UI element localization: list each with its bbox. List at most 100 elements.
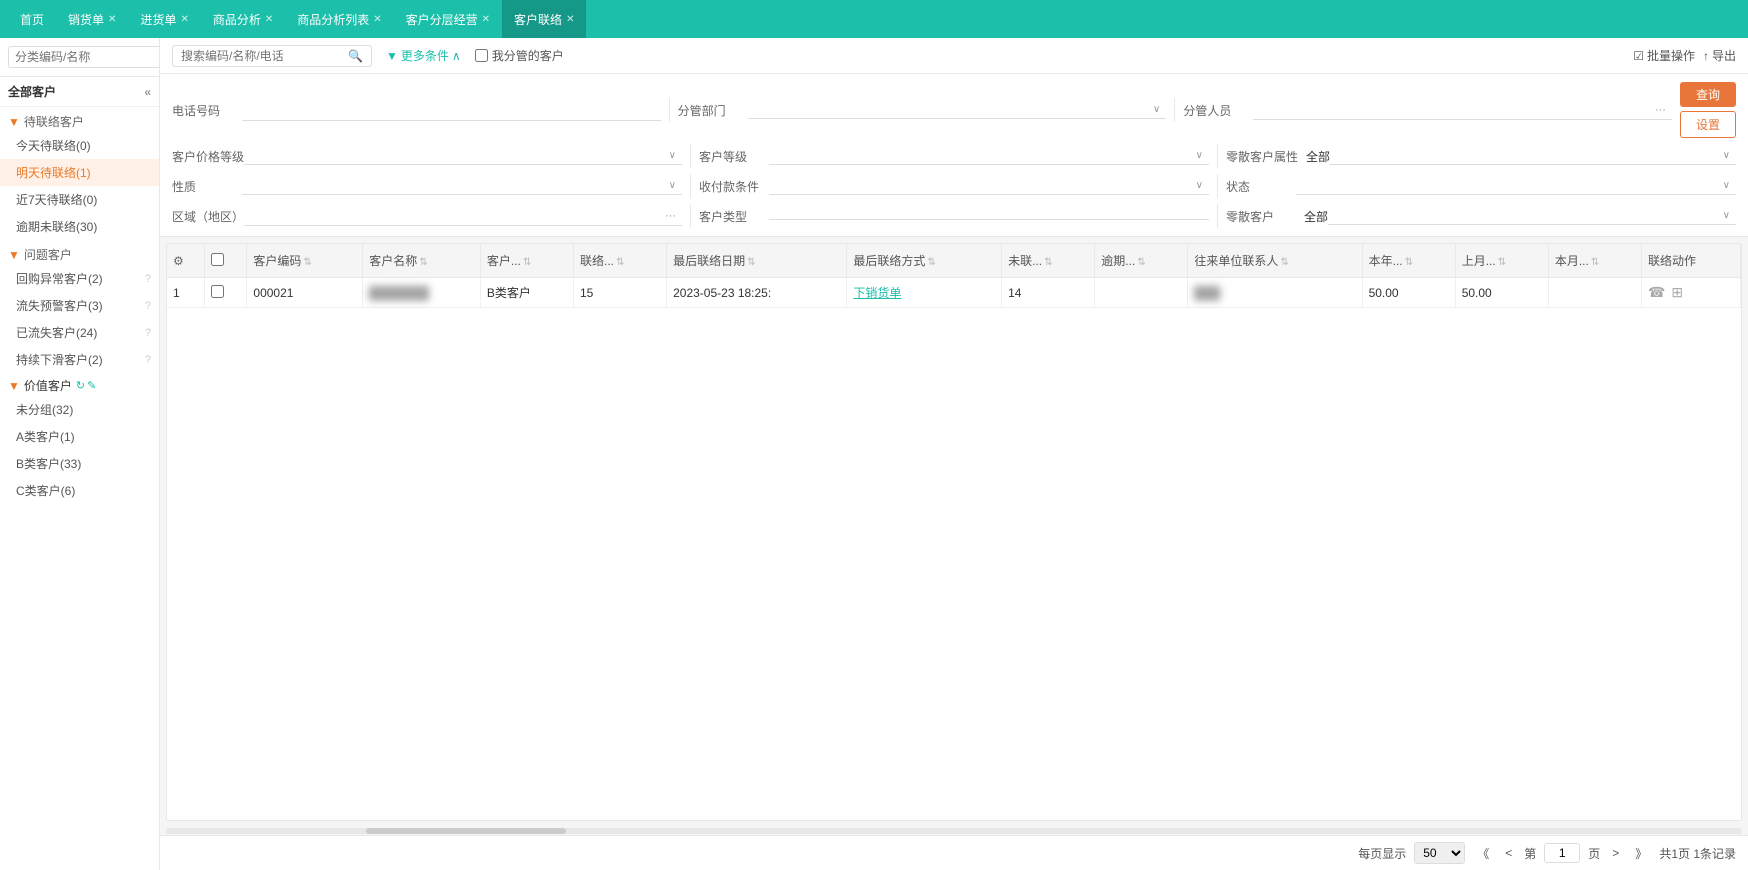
per-page-select[interactable]: 50 100 200: [1414, 842, 1465, 864]
sidebar-item-tomorrow[interactable]: 明天待联络(1): [0, 159, 159, 186]
help-icon-2[interactable]: ?: [145, 327, 151, 339]
sidebar-item-b-class[interactable]: B类客户(33): [0, 450, 159, 477]
sidebar-item-overdue[interactable]: 逾期未联络(30): [0, 213, 159, 240]
filter-gender-select[interactable]: ∨: [242, 177, 682, 195]
toolbar-search-btn[interactable]: 🔍: [348, 49, 363, 63]
filter-payment-select[interactable]: ∨: [769, 177, 1209, 195]
select-all-checkbox[interactable]: [211, 253, 224, 266]
th-last-contact-date[interactable]: 最后联络日期⇅: [667, 244, 847, 278]
filter-divider-6: [1217, 174, 1218, 198]
value-group-refresh-icon[interactable]: ↻: [76, 379, 85, 392]
scrollbar-thumb[interactable]: [366, 828, 566, 834]
customer-value-arrow-icon: ∨: [669, 150, 676, 161]
nav-customer-contact[interactable]: 客户联络 ✕: [502, 0, 586, 38]
row-checkbox[interactable]: [211, 285, 224, 298]
action-phone-icon[interactable]: ☎: [1648, 284, 1665, 301]
filter-status-select[interactable]: ∨: [1296, 177, 1736, 195]
gender-arrow-icon: ∨: [669, 180, 676, 191]
help-icon-0[interactable]: ?: [145, 273, 151, 285]
filter-customer-level-select[interactable]: ∨: [769, 147, 1209, 165]
my-customers-checkbox[interactable]: [475, 49, 488, 62]
filter-phone-input[interactable]: [242, 100, 661, 121]
sidebar-item-declining[interactable]: 持续下滑客户(2) ?: [0, 346, 159, 373]
toolbar-search-input[interactable]: [181, 49, 348, 63]
sidebar-item-churn-warning[interactable]: 流失预警客户(3) ?: [0, 292, 159, 319]
nav-close-purchase-order[interactable]: ✕: [180, 14, 188, 25]
filter-row-1: 电话号码 分管部门 ∨ 分管人员 ···: [172, 82, 1736, 138]
filter-dept-select[interactable]: ∨: [748, 101, 1167, 119]
sidebar-all-customers[interactable]: 全部客户 «: [0, 77, 159, 107]
filter-retail-attr-select[interactable]: ∨: [1330, 147, 1736, 165]
area-more-icon[interactable]: ···: [665, 210, 676, 222]
sidebar-item-a-class[interactable]: A类客户(1): [0, 423, 159, 450]
nav-close-customer-tier[interactable]: ✕: [482, 14, 490, 25]
filter-retail-customer-select[interactable]: ∨: [1328, 207, 1736, 225]
help-icon-1[interactable]: ?: [145, 300, 151, 312]
nav-customer-tier[interactable]: 客户分层经营 ✕: [394, 0, 502, 38]
th-customer-name[interactable]: 客户名称⇅: [363, 244, 481, 278]
th-overdue[interactable]: 逾期...⇅: [1095, 244, 1188, 278]
page-input[interactable]: [1544, 843, 1580, 863]
sidebar-item-today[interactable]: 今天待联络(0): [0, 132, 159, 159]
filter-phone: 电话号码: [172, 100, 661, 121]
nav-close-product-analysis-list[interactable]: ✕: [373, 14, 381, 25]
filter-more-btn[interactable]: ▼ 更多条件 ∧: [380, 44, 467, 67]
sidebar-item-repurchase-abnormal[interactable]: 回购异常客户(2) ?: [0, 265, 159, 292]
sidebar-search-input[interactable]: [8, 46, 160, 68]
value-group-edit-icon[interactable]: ✎: [87, 379, 96, 392]
th-last-month[interactable]: 上月...⇅: [1455, 244, 1548, 278]
first-page-btn[interactable]: 《: [1473, 843, 1493, 864]
query-btn[interactable]: 查询: [1680, 82, 1736, 107]
sidebar-item-c-class[interactable]: C类客户(6): [0, 477, 159, 504]
th-this-year[interactable]: 本年...⇅: [1362, 244, 1455, 278]
last-page-btn[interactable]: 》: [1631, 843, 1651, 864]
nav-product-analysis[interactable]: 商品分析 ✕: [201, 0, 285, 38]
sidebar-item-7days[interactable]: 近7天待联络(0): [0, 186, 159, 213]
th-contact-person[interactable]: 往来单位联系人⇅: [1188, 244, 1362, 278]
th-gear[interactable]: ⚙: [167, 244, 205, 278]
customer-level-arrow-icon: ∨: [1196, 150, 1203, 161]
table-header-row: ⚙ 客户编码⇅ 客户名称⇅ 客户...⇅ 联络...⇅ 最后联络日期⇅ 最后联络…: [167, 244, 1741, 278]
manager-more-icon[interactable]: ···: [1655, 104, 1666, 116]
filter-area-select[interactable]: ···: [244, 207, 682, 226]
th-last-contact-method[interactable]: 最后联络方式⇅: [847, 244, 1002, 278]
nav-close-sales-order[interactable]: ✕: [108, 14, 116, 25]
export-btn[interactable]: ↑ 导出: [1703, 47, 1736, 64]
filter-customer-value-select[interactable]: ∨: [244, 147, 682, 165]
help-icon-3[interactable]: ?: [145, 354, 151, 366]
filter-panel: 电话号码 分管部门 ∨ 分管人员 ···: [160, 74, 1748, 237]
last-contact-method-link[interactable]: 下销货单: [853, 286, 901, 300]
gear-icon[interactable]: ⚙: [173, 254, 184, 268]
filter-status: 状态 ∨: [1226, 177, 1736, 195]
pagination: 每页显示 50 100 200 《 < 第 页 > 》 共1页 1条记录: [160, 835, 1748, 870]
settings-btn[interactable]: 设置: [1680, 111, 1736, 138]
filter-customer-type-select[interactable]: [769, 213, 1209, 220]
th-contact[interactable]: 联络...⇅: [573, 244, 666, 278]
next-page-btn[interactable]: >: [1608, 844, 1623, 862]
scrollbar-track: [166, 828, 1742, 834]
table-row: 1 000021 ███████ B类客户 15 2023-05-23 18:2…: [167, 278, 1741, 308]
th-customer-code[interactable]: 客户编码⇅: [247, 244, 363, 278]
td-index: 1: [167, 278, 205, 308]
my-customers-checkbox-label[interactable]: 我分管的客户: [475, 47, 564, 64]
filter-customer-type: 客户类型: [699, 208, 1209, 225]
nav-close-customer-contact[interactable]: ✕: [566, 14, 574, 25]
nav-product-analysis-list[interactable]: 商品分析列表 ✕: [285, 0, 393, 38]
sidebar-item-churned[interactable]: 已流失客户(24) ?: [0, 319, 159, 346]
td-checkbox: [205, 278, 247, 308]
sidebar-item-ungrouped[interactable]: 未分组(32): [0, 396, 159, 423]
nav-close-product-analysis[interactable]: ✕: [265, 14, 273, 25]
nav-home[interactable]: 首页: [8, 0, 56, 38]
th-unlocked[interactable]: 未联...⇅: [1002, 244, 1095, 278]
batch-operation-btn[interactable]: ☑ 批量操作: [1633, 47, 1695, 64]
action-grid-icon[interactable]: ⊞: [1671, 284, 1683, 301]
prev-page-btn[interactable]: <: [1501, 844, 1516, 862]
sort-icon-code: ⇅: [303, 257, 311, 268]
th-this-month[interactable]: 本月...⇅: [1548, 244, 1641, 278]
th-customer-type[interactable]: 客户...⇅: [480, 244, 573, 278]
nav-sales-order[interactable]: 销货单 ✕: [56, 0, 128, 38]
horizontal-scrollbar[interactable]: [160, 827, 1748, 835]
sort-icon-this-year: ⇅: [1405, 257, 1413, 268]
filter-manager-select[interactable]: ···: [1253, 101, 1672, 120]
nav-purchase-order[interactable]: 进货单 ✕: [128, 0, 200, 38]
